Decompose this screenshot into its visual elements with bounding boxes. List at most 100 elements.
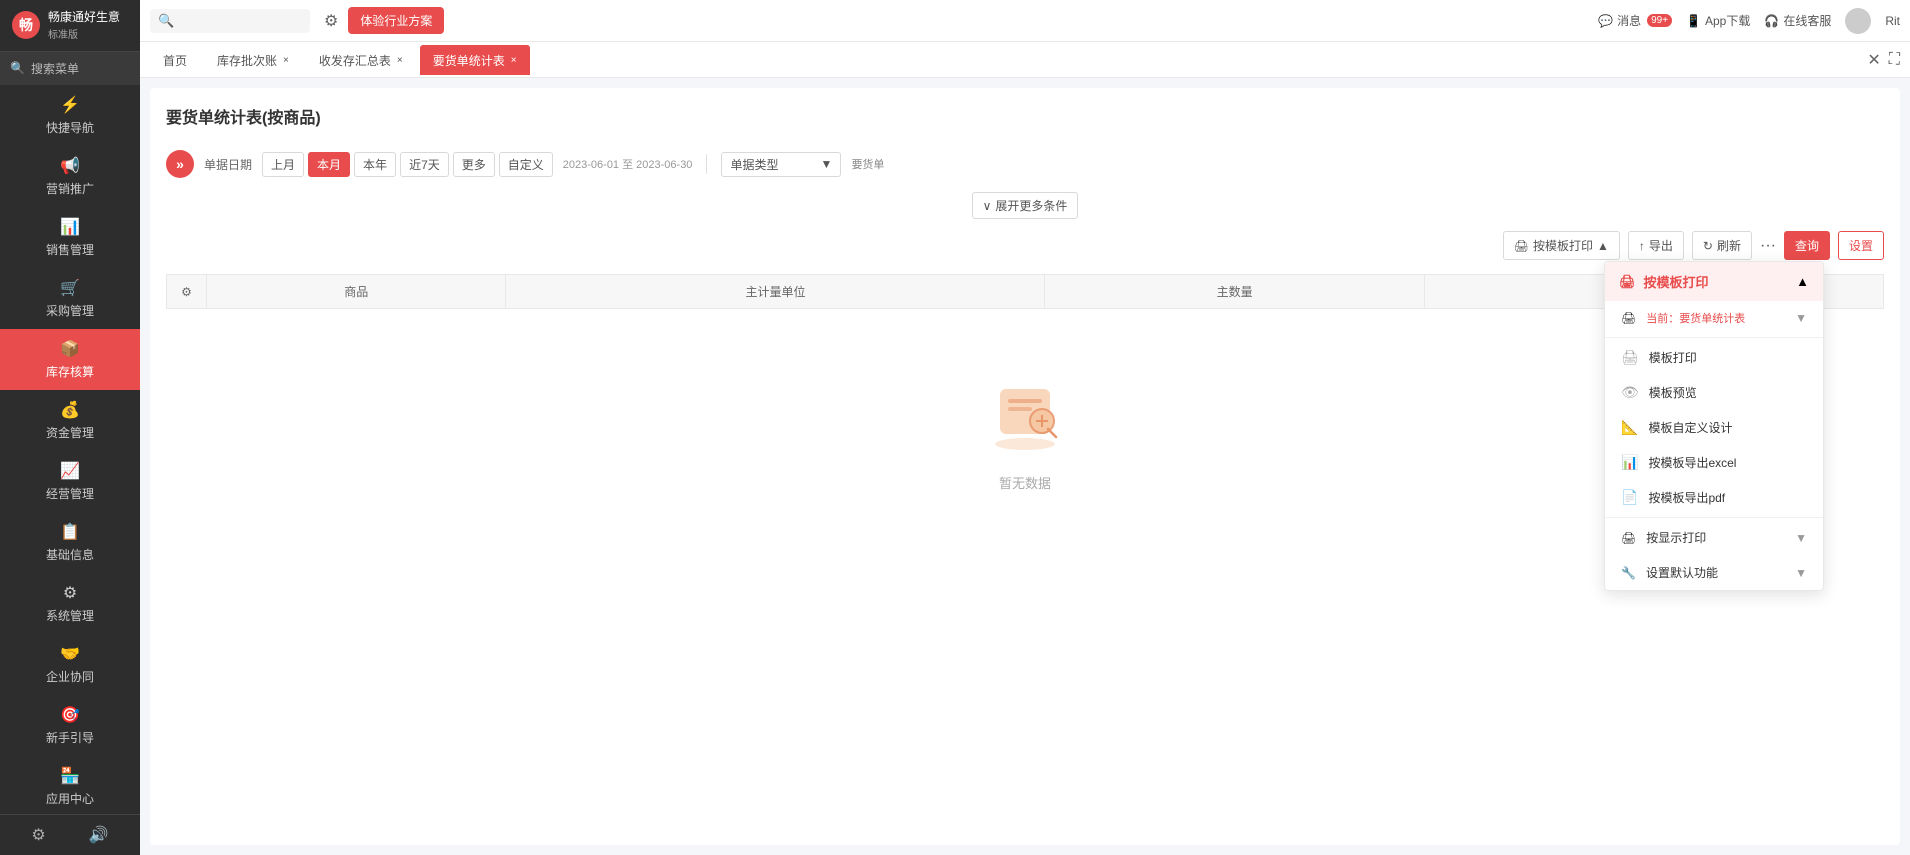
settings-btn[interactable]: 设置 [1838,231,1884,260]
sidebar-item-purchase[interactable]: 🛒 采购管理 [0,268,140,329]
avatar[interactable] [1845,8,1871,34]
export-icon: ↑ [1639,239,1645,253]
print-dropdown: 🖨 按模板打印 ▲ 🖨 当前：要货单统计表 ▼ 🖨 [1604,261,1824,591]
date-btn-more[interactable]: 更多 [453,152,495,177]
purchase-icon: 🛒 [60,278,80,298]
marketing-icon: 📢 [60,156,80,176]
sidebar-logo: 畅 畅康通好生意 标准版 [0,0,140,52]
logo-text: 畅康通好生意 标准版 [48,10,120,41]
filter-expand-btn[interactable]: » [166,150,194,178]
set-default-icon: 🔧 [1621,566,1636,580]
app-download-btn[interactable]: 📱 App下载 [1686,12,1750,29]
sidebar-item-appstore[interactable]: 🏪 应用中心 [0,756,140,814]
appstore-icon: 🏪 [60,766,80,786]
guide-icon: 🎯 [60,705,80,725]
dropdown-current[interactable]: 🖨 当前：要货单统计表 ▼ [1605,301,1823,335]
tabs-right: ✕ ⛶ [1867,50,1900,70]
tab-close-order-stats[interactable]: × [511,55,517,66]
dropdown-item-template-preview[interactable]: 👁 模板预览 [1605,375,1823,410]
sidebar-nav: ⚡ 快捷导航 📢 营销推广 📊 销售管理 🛒 采购管理 📦 库存核算 💰 资金管… [0,85,140,814]
dropdown-item-template-excel[interactable]: 📊 按模板导出excel [1605,445,1823,480]
more-actions-btn[interactable]: ··· [1760,237,1776,255]
template-preview-icon: 👁 [1621,384,1639,401]
corp-icon: 🤝 [60,644,80,664]
export-btn[interactable]: ↑ 导出 [1628,231,1684,260]
expand-more-icon: ∨ [983,199,992,213]
tab-close-inventory-batch[interactable]: × [283,55,289,66]
tab-home[interactable]: 首页 [150,45,200,75]
sidebar-item-guide[interactable]: 🎯 新手引导 [0,695,140,756]
dropdown-chevron-up-icon: ▲ [1796,274,1809,289]
dropdown-item-template-pdf[interactable]: 📄 按模板导出pdf [1605,480,1823,515]
filter-bar: » 单据日期 上月 本月 本年 近7天 更多 自定义 2023-06-01 至 … [166,142,1884,186]
template-print-icon: 🖨 [1621,349,1639,366]
sidebar-item-base[interactable]: 📋 基础信息 [0,512,140,573]
trial-btn[interactable]: 体验行业方案 [348,7,444,34]
refresh-icon: ↻ [1703,239,1713,253]
col-unit: 主计量单位 [506,275,1045,309]
print-btn[interactable]: 🖨 按模板打印 ▲ [1503,231,1620,260]
sidebar-item-shortcut[interactable]: ⚡ 快捷导航 [0,85,140,146]
tab-inventory-batch[interactable]: 库存批次账 × [204,45,302,75]
sidebar-bottom: ⚙ 🔊 [0,814,140,855]
dropdown-header-right: ▲ [1796,274,1809,289]
date-btns: 上月 本月 本年 近7天 更多 自定义 [262,152,553,177]
settings-icon[interactable]: ⚙ [31,825,45,845]
content: 要货单统计表(按商品) » 单据日期 上月 本月 本年 近7天 更多 自定义 2… [140,78,1910,855]
date-btn-custom[interactable]: 自定义 [499,152,553,177]
sidebar-search[interactable]: 🔍 搜索菜单 [0,52,140,85]
order-type-dropdown-icon: ▼ [821,157,833,171]
sidebar-item-operation[interactable]: 📈 经营管理 [0,451,140,512]
dropdown-current-icon: 🖨 [1621,311,1636,325]
online-service-btn[interactable]: 🎧 在线客服 [1764,12,1831,29]
dropdown-item-template-custom[interactable]: 📐 模板自定义设计 [1605,410,1823,445]
date-label: 单据日期 [204,156,252,173]
tab-receipt-summary[interactable]: 收发存汇总表 × [306,45,416,75]
audio-icon[interactable]: 🔊 [89,825,109,845]
expand-more-btn[interactable]: ∨ 展开更多条件 [972,192,1079,219]
tab-close-all-icon[interactable]: ✕ [1867,50,1880,70]
topbar-search[interactable]: 🔍 [150,9,310,33]
col-gear[interactable]: ⚙ [167,275,207,309]
sidebar-item-marketing[interactable]: 📢 营销推广 [0,146,140,207]
refresh-btn[interactable]: ↻ 刷新 [1692,231,1752,260]
display-print-icon: 🖨 [1621,531,1636,545]
page: 要货单统计表(按商品) » 单据日期 上月 本月 本年 近7天 更多 自定义 2… [150,88,1900,845]
date-btn-this-year[interactable]: 本年 [354,152,396,177]
sidebar-item-sales[interactable]: 📊 销售管理 [0,207,140,268]
col-goods: 商品 [207,275,506,309]
set-default-chevron: ▼ [1795,566,1807,580]
query-btn[interactable]: 查询 [1784,231,1830,260]
tab-order-stats[interactable]: 要货单统计表 × [420,45,530,75]
message-btn[interactable]: 💬 消息 99+ [1598,12,1672,29]
tab-close-receipt-summary[interactable]: × [397,55,403,66]
date-btn-7days[interactable]: 近7天 [400,152,449,177]
topbar-gear-icon[interactable]: ⚙ [324,11,338,31]
table-settings-icon[interactable]: ⚙ [181,285,192,299]
sidebar-item-corp[interactable]: 🤝 企业协同 [0,634,140,695]
print-chevron-icon: ▲ [1597,239,1609,253]
sidebar-item-inventory[interactable]: 📦 库存核算 [0,329,140,390]
sidebar-item-finance[interactable]: 💰 资金管理 [0,390,140,451]
topbar-search-icon: 🔍 [158,13,174,29]
dropdown-item-template-print[interactable]: 🖨 模板打印 [1605,340,1823,375]
order-type-select[interactable]: 单据类型 ▼ [721,152,841,177]
template-pdf-icon: 📄 [1621,489,1638,506]
dropdown-sub-set-default[interactable]: 🔧 设置默认功能 ▼ [1605,555,1823,590]
filter-row2: ∨ 展开更多条件 [166,186,1884,225]
dropdown-current-chevron: ▼ [1795,311,1807,325]
display-print-chevron: ▼ [1795,531,1807,545]
print-icon: 🖨 [1514,239,1529,253]
finance-icon: 💰 [60,400,80,420]
date-btn-this-month[interactable]: 本月 [308,152,350,177]
shortcut-icon: ⚡ [60,95,80,115]
message-icon: 💬 [1598,14,1613,28]
dropdown-header[interactable]: 🖨 按模板打印 ▲ [1605,262,1823,301]
sidebar-item-system[interactable]: ⚙ 系统管理 [0,573,140,634]
dropdown-sub-display-print[interactable]: 🖨 按显示打印 ▼ [1605,520,1823,555]
tab-expand-icon[interactable]: ⛶ [1889,51,1900,69]
date-btn-last-month[interactable]: 上月 [262,152,304,177]
username: Rit [1885,14,1900,28]
topbar-search-input[interactable] [178,14,288,28]
template-custom-icon: 📐 [1621,419,1638,436]
